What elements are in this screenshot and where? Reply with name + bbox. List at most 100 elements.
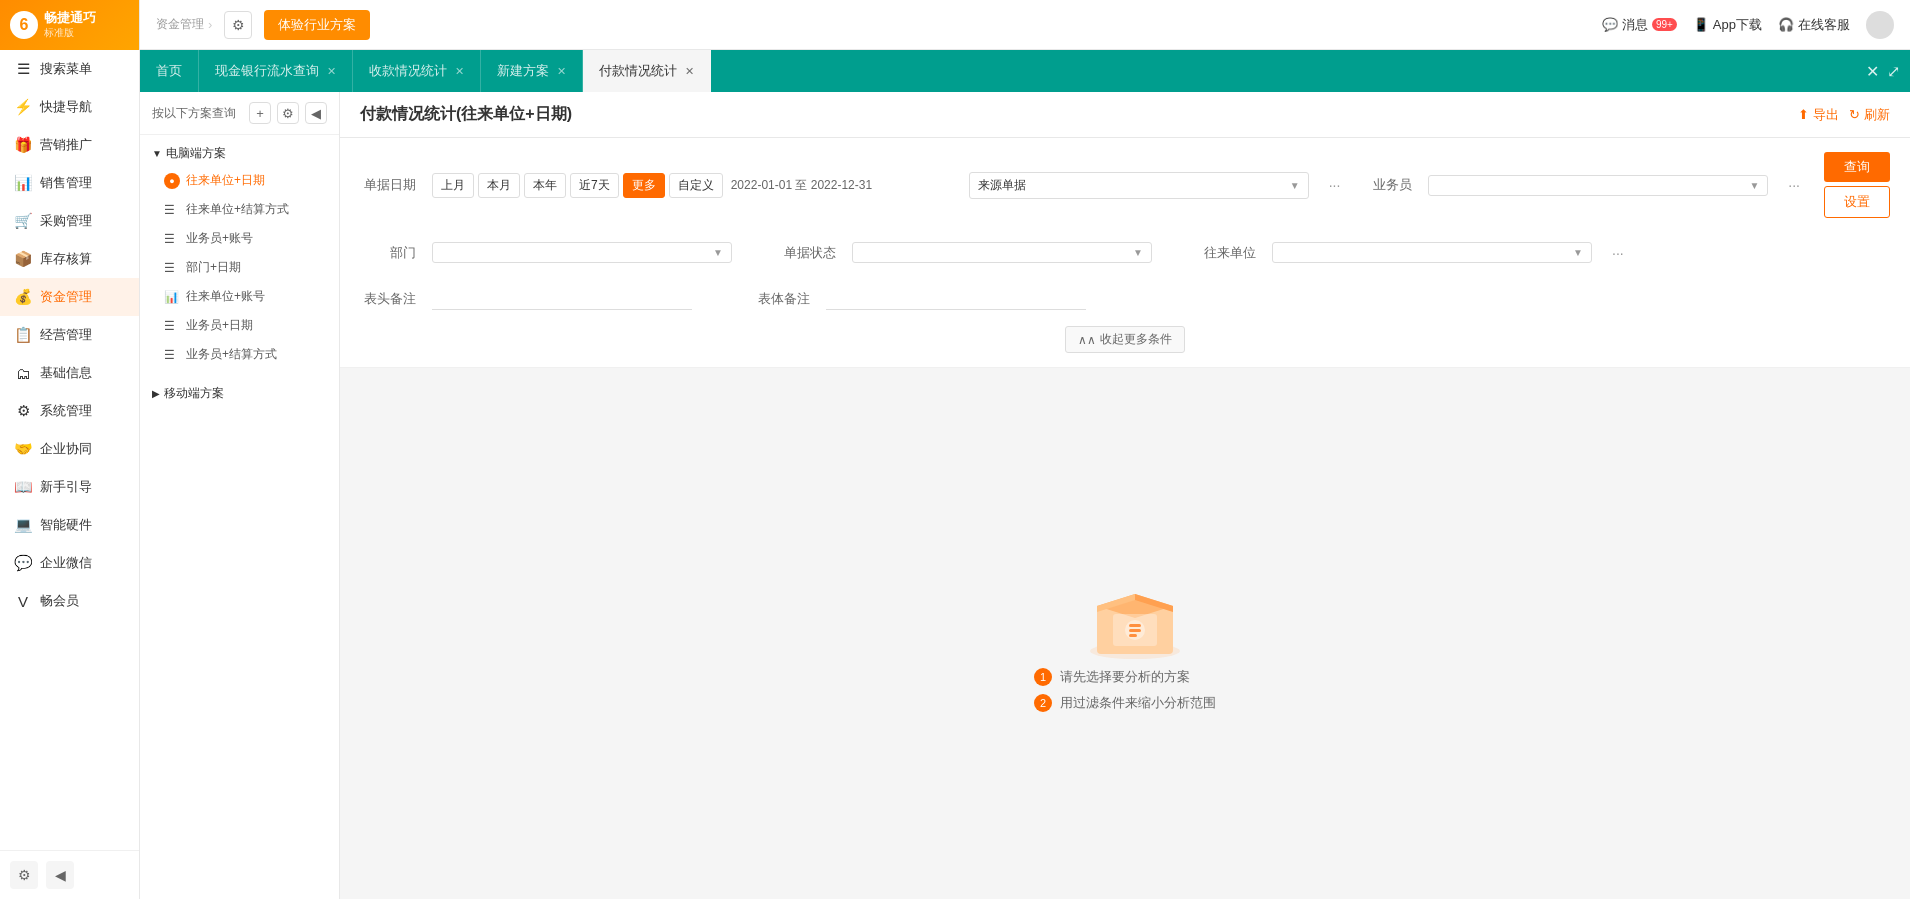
scheme-item-staff-account[interactable]: ☰业务员+账号: [140, 224, 339, 253]
sidebar-item-marketing[interactable]: 🎁 营销推广: [0, 126, 139, 164]
date-custom-btn[interactable]: 自定义: [669, 173, 723, 198]
tab-bank-flow[interactable]: 现金银行流水查询 ✕: [199, 50, 353, 92]
tab-close-payment-stats[interactable]: ✕: [685, 65, 694, 78]
query-btn[interactable]: 查询: [1824, 152, 1890, 182]
tab-receipt-stats[interactable]: 收款情况统计✕: [353, 50, 481, 92]
tab-close-all-icon[interactable]: ✕: [1866, 62, 1879, 81]
date-this-year[interactable]: 本年: [524, 173, 566, 198]
tab-new-scheme[interactable]: 新建方案 ✕: [481, 50, 583, 92]
related-unit-select[interactable]: ▼: [1272, 242, 1592, 263]
sidebar-label-basic-info: 基础信息: [40, 364, 92, 382]
voucher-status-select[interactable]: ▼: [852, 242, 1152, 263]
app-download-btn[interactable]: 📱 App下载: [1693, 16, 1762, 34]
scheme-item-dept-date[interactable]: ☰部门+日期: [140, 253, 339, 282]
sidebar-item-wechat[interactable]: 💬企业微信: [0, 544, 139, 582]
staff-arrow-icon: ▼: [1749, 180, 1759, 191]
search-icon: ☰: [14, 60, 32, 78]
sidebar-item-sales[interactable]: 📊销售管理: [0, 164, 139, 202]
scheme-item-unit-settle[interactable]: ☰往来单位+结算方式: [140, 195, 339, 224]
scheme-group-arrow-pc: ▼: [152, 148, 162, 159]
app-download-label: App下载: [1713, 16, 1762, 34]
sidebar-item-inventory[interactable]: 📦库存核算: [0, 240, 139, 278]
try-industry-btn[interactable]: 体验行业方案: [264, 10, 370, 40]
scheme-item-icon-dept-date: ☰: [164, 261, 180, 275]
scheme-group-title-pc[interactable]: ▼电脑端方案: [140, 141, 339, 166]
empty-tip-1: 1 请先选择要分析的方案: [1034, 668, 1216, 686]
tab-close-receipt-stats[interactable]: ✕: [455, 65, 464, 78]
sidebar-item-operation[interactable]: 📋经营管理: [0, 316, 139, 354]
table-head-note-input[interactable]: [432, 287, 692, 310]
scheme-item-icon-unit-account: 📊: [164, 290, 180, 304]
scheme-item-label-staff-date: 业务员+日期: [186, 317, 253, 334]
scheme-group-pc: ▼电脑端方案 ● 往来单位+日期 ☰往来单位+结算方式☰业务员+账号☰部门+日期📊往来…: [140, 135, 339, 375]
tab-end-actions: ✕ ⤢: [1856, 50, 1910, 92]
messages-icon: 💬: [1602, 17, 1618, 32]
staff-label: 业务员: [1356, 176, 1412, 194]
export-label: 导出: [1813, 106, 1839, 124]
sidebar-item-member[interactable]: V畅会员: [0, 582, 139, 620]
dept-select[interactable]: ▼: [432, 242, 732, 263]
sidebar-settings-icon[interactable]: ⚙: [10, 861, 38, 889]
add-scheme-btn[interactable]: +: [249, 102, 271, 124]
marketing-icon: 🎁: [14, 136, 32, 154]
scheme-item-unit-date[interactable]: ● 往来单位+日期: [140, 166, 339, 195]
staff-select[interactable]: ▼: [1428, 175, 1768, 196]
sidebar-label-inventory: 库存核算: [40, 250, 92, 268]
sidebar-item-finance[interactable]: 💰资金管理: [0, 278, 139, 316]
scheme-item-label-staff-settle: 业务员+结算方式: [186, 346, 277, 363]
scheme-item-unit-account[interactable]: 📊往来单位+账号: [140, 282, 339, 311]
scheme-item-staff-settle[interactable]: ☰业务员+结算方式: [140, 340, 339, 369]
scheme-active-badge: ●: [164, 173, 180, 189]
breadcrumb-text: 资金管理: [156, 16, 204, 33]
tab-payment-stats[interactable]: 付款情况统计✕: [583, 50, 711, 92]
sidebar: 6 畅捷通巧 标准版 ☰搜索菜单⚡快捷导航🎁营销推广📊销售管理🛒采购管理📦库存核…: [0, 0, 140, 899]
scheme-groups: ▼电脑端方案 ● 往来单位+日期 ☰往来单位+结算方式☰业务员+账号☰部门+日期📊往来…: [140, 135, 339, 412]
date-last-month[interactable]: 上月: [432, 173, 474, 198]
tab-maximize-icon[interactable]: ⤢: [1887, 62, 1900, 81]
sidebar-label-hardware: 智能硬件: [40, 516, 92, 534]
messages-btn[interactable]: 💬 消息 99+: [1602, 16, 1677, 34]
sidebar-item-hardware[interactable]: 💻智能硬件: [0, 506, 139, 544]
sidebar-item-search[interactable]: ☰搜索菜单: [0, 50, 139, 88]
scheme-group-mobile: ▶移动端方案: [140, 375, 339, 412]
sidebar-label-marketing: 营销推广: [40, 136, 92, 154]
export-btn[interactable]: ⬆ 导出: [1798, 106, 1839, 124]
sidebar-label-finance: 资金管理: [40, 288, 92, 306]
filter-settings-btn[interactable]: 设置: [1824, 186, 1890, 218]
related-unit-more-icon[interactable]: ···: [1612, 245, 1624, 261]
avatar[interactable]: [1866, 11, 1894, 39]
table-body-note-label: 表体备注: [754, 290, 810, 308]
scheme-item-staff-date[interactable]: ☰业务员+日期: [140, 311, 339, 340]
staff-more-icon[interactable]: ···: [1788, 177, 1800, 193]
tab-home[interactable]: 首页: [140, 50, 199, 92]
sidebar-item-guide[interactable]: 📖新手引导: [0, 468, 139, 506]
sidebar-item-purchase[interactable]: 🛒采购管理: [0, 202, 139, 240]
collapse-panel-btn[interactable]: ◀: [305, 102, 327, 124]
empty-tips: 1 请先选择要分析的方案 2 用过滤条件来缩小分析范围: [1034, 668, 1216, 712]
date-last-7days[interactable]: 近7天: [570, 173, 619, 198]
scheme-group-title-mobile[interactable]: ▶移动端方案: [140, 381, 339, 406]
sidebar-item-system[interactable]: ⚙系统管理: [0, 392, 139, 430]
sidebar-item-quick-nav[interactable]: ⚡快捷导航: [0, 88, 139, 126]
table-body-note-input[interactable]: [826, 287, 1086, 310]
source-voucher-select[interactable]: 来源单据 ▼: [969, 172, 1309, 199]
scheme-settings-btn[interactable]: ⚙: [277, 102, 299, 124]
sidebar-item-enterprise[interactable]: 🤝企业协同: [0, 430, 139, 468]
online-service-btn[interactable]: 🎧 在线客服: [1778, 16, 1850, 34]
source-label: 来源单据: [978, 177, 1026, 194]
tab-label-new-scheme: 新建方案: [497, 62, 549, 80]
refresh-btn[interactable]: ↻ 刷新: [1849, 106, 1890, 124]
guide-icon: 📖: [14, 478, 32, 496]
scheme-item-label-unit-date: 往来单位+日期: [186, 172, 265, 189]
date-this-month[interactable]: 本月: [478, 173, 520, 198]
sidebar-item-basic-info[interactable]: 🗂基础信息: [0, 354, 139, 392]
source-more-icon[interactable]: ···: [1329, 177, 1341, 193]
tab-close-new-scheme[interactable]: ✕: [557, 65, 566, 78]
collapse-conditions-btn[interactable]: ∧∧ 收起更多条件: [1065, 326, 1185, 353]
filter-row-1: 单据日期 上月 本月 本年 近7天 更多 自定义 2022-01-01 至 20…: [360, 152, 1890, 218]
date-more-btn[interactable]: 更多: [623, 173, 665, 198]
sidebar-collapse-icon[interactable]: ◀: [46, 861, 74, 889]
tab-label-bank-flow: 现金银行流水查询: [215, 62, 319, 80]
topbar-settings-btn[interactable]: ⚙: [224, 11, 252, 39]
tab-close-bank-flow[interactable]: ✕: [327, 65, 336, 78]
